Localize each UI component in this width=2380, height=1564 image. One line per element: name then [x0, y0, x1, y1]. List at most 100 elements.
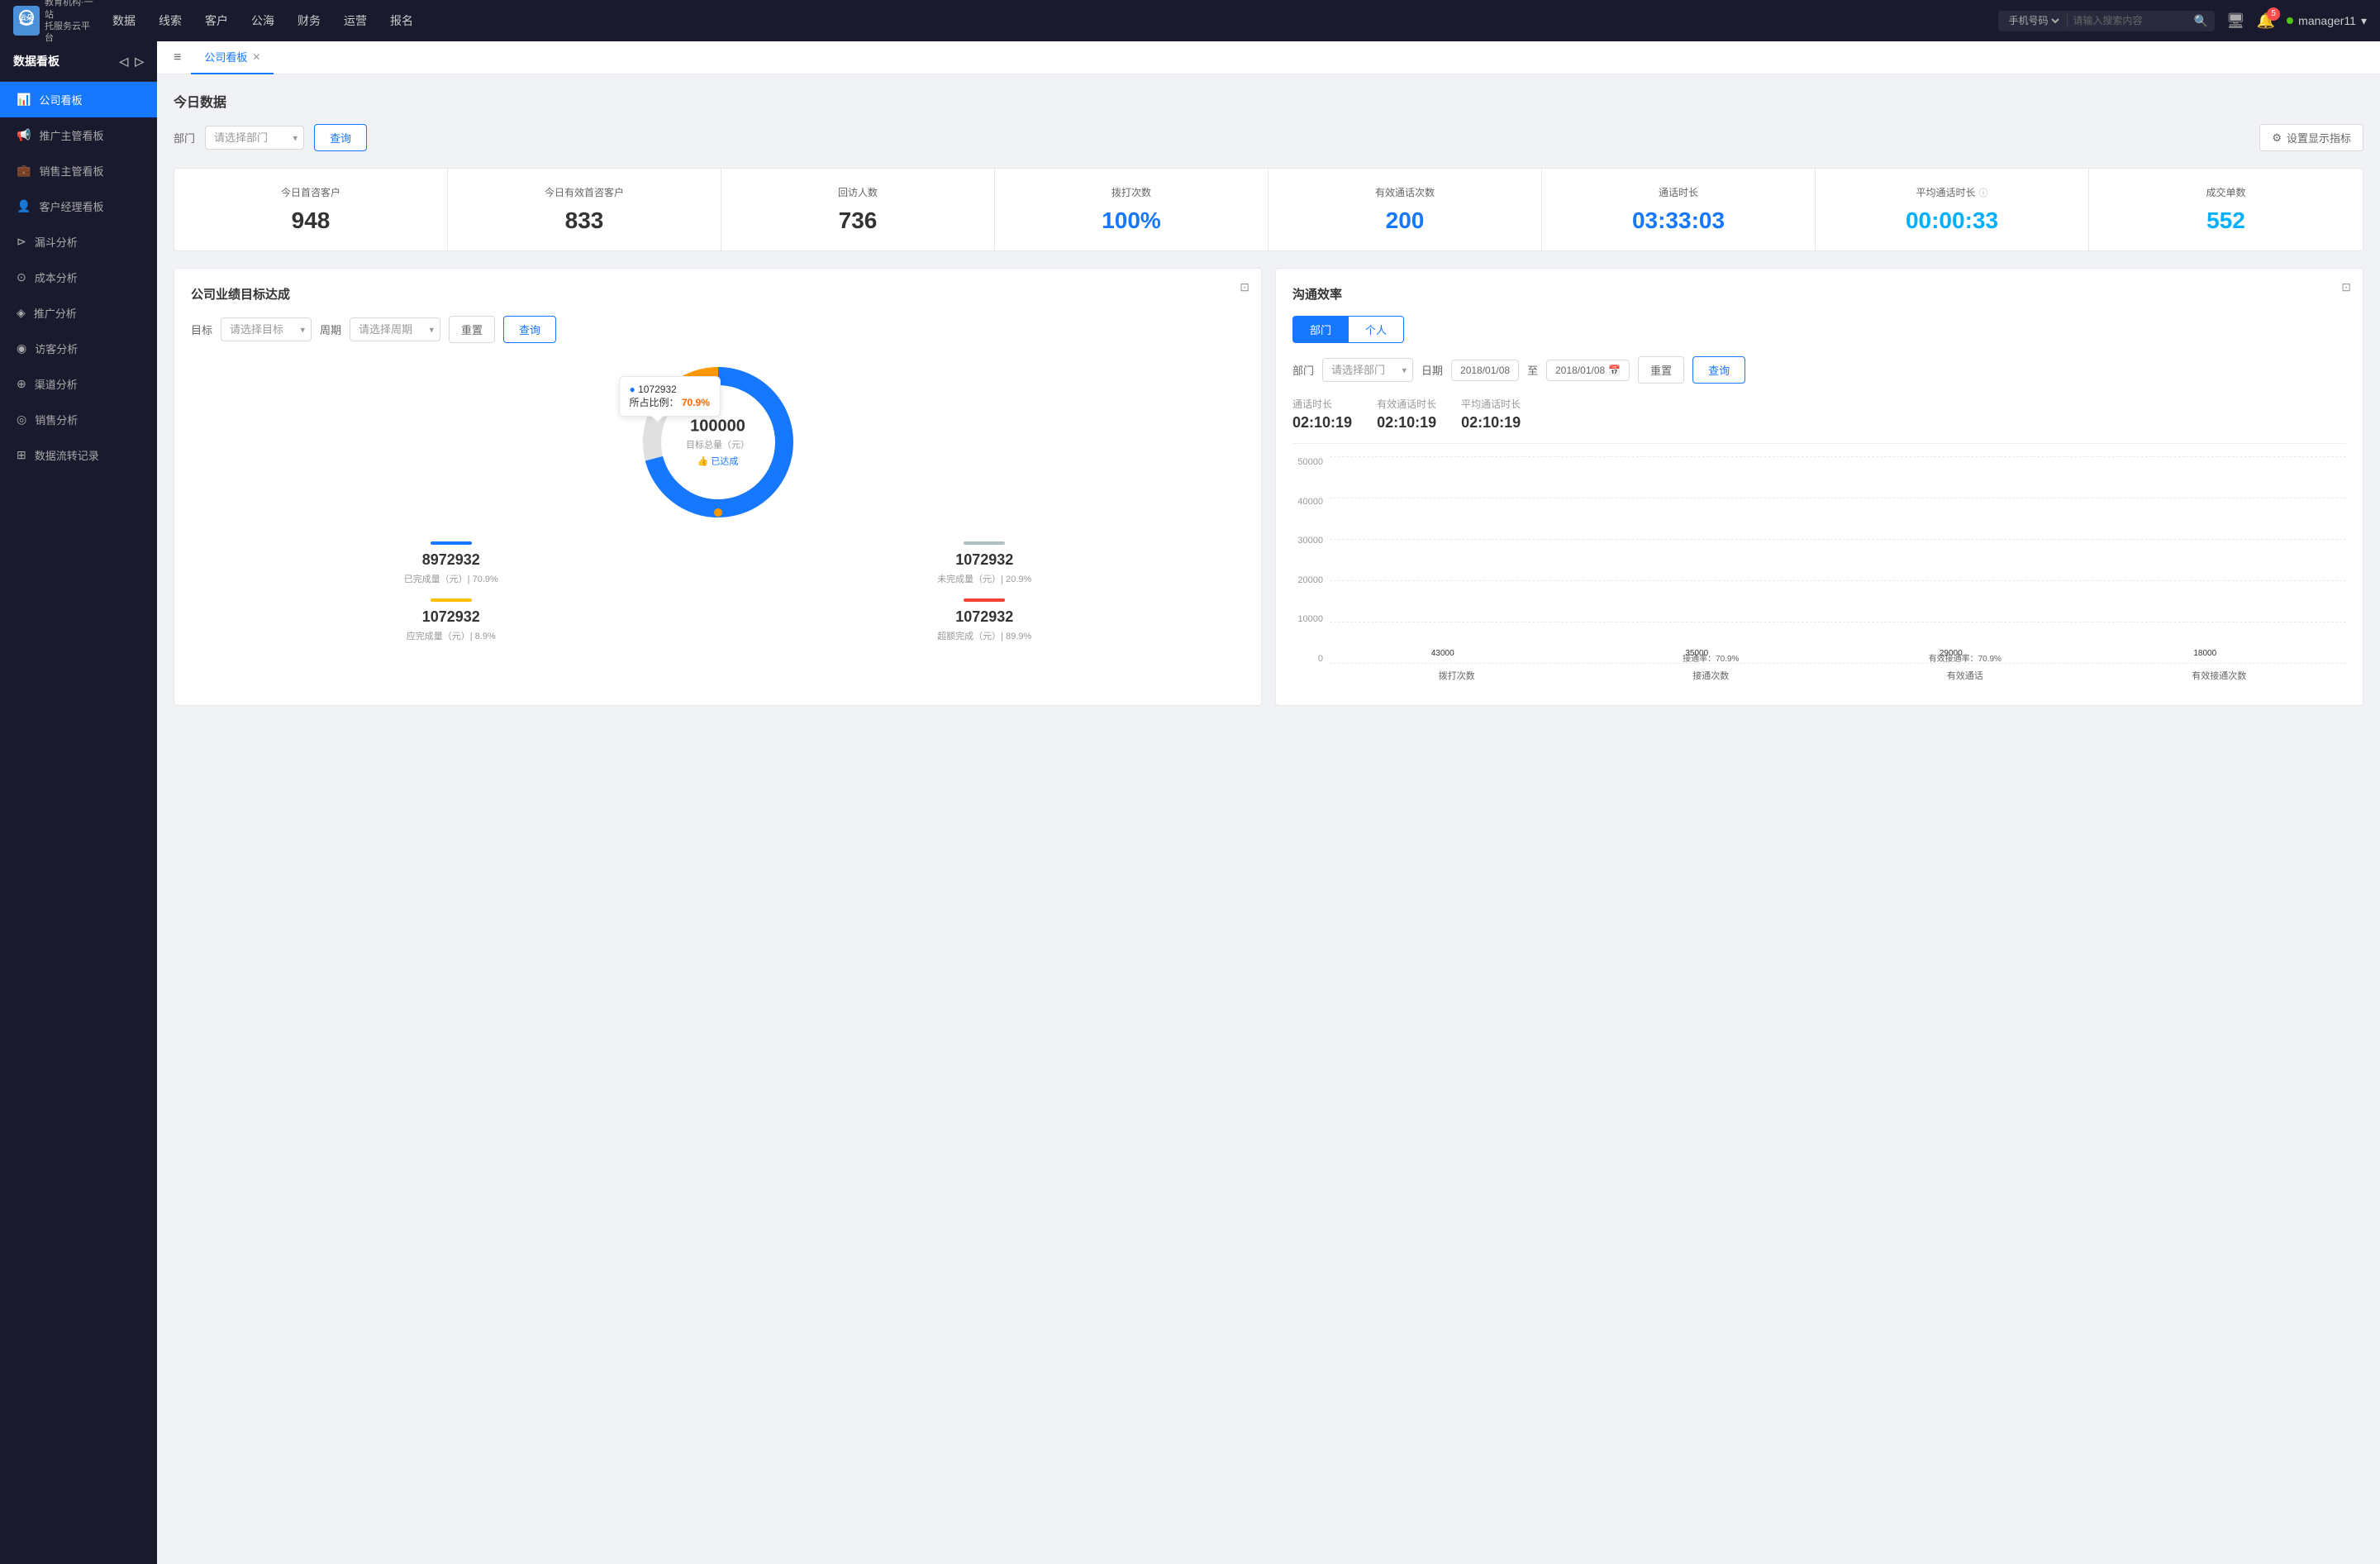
period-select[interactable]: 请选择周期	[350, 317, 440, 341]
tab-company-board[interactable]: 公司看板 ✕	[191, 41, 274, 74]
donut-center: 100000 目标总量（元） 👍 已达成	[686, 417, 750, 468]
sidebar-expand-icon[interactable]: ▷	[135, 55, 144, 69]
y-label-5: 50000	[1292, 457, 1330, 467]
dept-filter-label: 部门	[174, 130, 195, 145]
hamburger-icon[interactable]: ≡	[174, 50, 181, 65]
filter-left: 部门 请选择部门 查询	[174, 124, 367, 151]
gear-icon: ⚙	[2272, 131, 2282, 145]
stat-value-3: 100%	[1008, 207, 1254, 234]
goal-stat-label-1: 未完成量（元）| 20.9%	[725, 572, 1245, 585]
info-icon-${i}[interactable]: ⓘ	[1979, 186, 1988, 199]
goal-query-button[interactable]: 查询	[503, 316, 556, 343]
dept-select[interactable]: 请选择部门	[205, 126, 304, 150]
comm-tab-1[interactable]: 个人	[1349, 316, 1404, 343]
goal-stat-value-3: 1072932	[725, 608, 1245, 626]
sidebar-item-label: 推广主管看板	[39, 127, 103, 143]
search-icon[interactable]: 🔍	[2193, 14, 2207, 28]
goal-expand-icon[interactable]: ⊡	[1240, 280, 1250, 294]
comm-date-separator: 至	[1527, 362, 1538, 378]
sidebar-item-sales-analysis[interactable]: ◎销售分析	[0, 402, 157, 437]
goal-label: 目标	[191, 322, 212, 337]
comm-date-label: 日期	[1421, 362, 1443, 378]
sidebar-items: 📊公司看板📢推广主管看板💼销售主管看板👤客户经理看板⊳漏斗分析⊙成本分析◈推广分…	[0, 82, 157, 473]
nav-item-数据[interactable]: 数据	[112, 9, 136, 32]
goal-stat-2: 1072932 应完成量（元）| 8.9%	[191, 598, 712, 642]
sidebar-item-company-board[interactable]: 📊公司看板	[0, 82, 157, 117]
goal-stat-label-0: 已完成量（元）| 70.9%	[191, 572, 712, 585]
comm-stat-value-1: 02:10:19	[1377, 414, 1436, 432]
stat-value-0: 948	[188, 207, 434, 234]
settings-button[interactable]: ⚙ 设置显示指标	[2259, 124, 2363, 151]
sidebar-item-channel[interactable]: ⊕渠道分析	[0, 366, 157, 402]
sidebar-item-label: 推广分析	[34, 305, 77, 321]
notification-bell[interactable]: 🔔 5	[2257, 12, 2275, 30]
goal-select[interactable]: 请选择目标	[221, 317, 312, 341]
comm-date-to[interactable]: 2018/01/08 📅	[1546, 360, 1630, 381]
y-label-2: 20000	[1292, 575, 1330, 585]
comm-query-button[interactable]: 查询	[1692, 356, 1745, 384]
x-label-2: 有效通话	[1838, 664, 2092, 689]
search-type-select[interactable]: 手机号码	[2005, 14, 2062, 27]
goal-stat-0: 8972932 已完成量（元）| 70.9%	[191, 541, 712, 585]
period-label: 周期	[320, 322, 341, 337]
nav-item-线索[interactable]: 线索	[159, 9, 182, 32]
x-label-1: 接通次数	[1584, 664, 1839, 689]
user-info[interactable]: manager11 ▾	[2287, 14, 2367, 28]
bar-chart: 0 10000 20000 30000 40000 50000 43000	[1292, 457, 2346, 689]
comm-dept-select[interactable]: 请选择部门	[1322, 358, 1413, 382]
sidebar-item-data-flow[interactable]: ⊞数据流转记录	[0, 437, 157, 473]
nav-item-运营[interactable]: 运营	[344, 9, 367, 32]
sidebar: 数据看板 ◁ ▷ 📊公司看板📢推广主管看板💼销售主管看板👤客户经理看板⊳漏斗分析…	[0, 41, 157, 1564]
comm-expand-icon[interactable]: ⊡	[2341, 280, 2351, 294]
tab-close-icon[interactable]: ✕	[252, 51, 260, 63]
nav-item-报名[interactable]: 报名	[390, 9, 413, 32]
stat-card-1: 今日有效首咨客户 833	[448, 169, 721, 250]
comm-dept-label: 部门	[1292, 362, 1314, 378]
comm-tab-0[interactable]: 部门	[1292, 316, 1349, 343]
stat-label-0: 今日首咨客户	[188, 185, 434, 199]
comm-stats-row: 通话时长 02:10:19 有效通话时长 02:10:19 平均通话时长 02:…	[1292, 397, 2346, 444]
comm-date-from[interactable]: 2018/01/08	[1451, 360, 1519, 381]
monitor-icon[interactable]: 🖥	[2226, 12, 2245, 30]
sidebar-item-sales-board[interactable]: 💼销售主管看板	[0, 153, 157, 188]
nav-item-公海[interactable]: 公海	[251, 9, 274, 32]
goal-stat-bar-1	[964, 541, 1005, 545]
today-query-button[interactable]: 查询	[314, 124, 367, 151]
goal-stats: 8972932 已完成量（元）| 70.9% 1072932 未完成量（元）| …	[191, 541, 1245, 642]
sidebar-item-promo-analysis[interactable]: ◈推广分析	[0, 295, 157, 331]
sidebar-item-account-board[interactable]: 👤客户经理看板	[0, 188, 157, 224]
comm-stat-2: 平均通话时长 02:10:19	[1461, 397, 1521, 432]
donut-value: 100000	[686, 417, 750, 436]
goal-stat-label-2: 应完成量（元）| 8.9%	[191, 629, 712, 642]
goal-panel-title: 公司业绩目标达成	[191, 285, 1245, 303]
today-data-title: 今日数据	[174, 91, 2363, 111]
y-label-3: 30000	[1292, 536, 1330, 546]
stat-label-4: 有效通话次数	[1282, 185, 1528, 199]
comm-stat-label-0: 通话时长	[1292, 397, 1352, 411]
search-input[interactable]	[2073, 15, 2188, 26]
sidebar-item-visitor[interactable]: ◉访客分析	[0, 331, 157, 366]
sidebar-icon-data-flow: ⊞	[17, 448, 26, 462]
nav-right: 手机号码 🔍 🖥 🔔 5 manager11 ▾	[1998, 11, 2367, 31]
y-label-1: 10000	[1292, 614, 1330, 624]
comm-filter-row: 部门 请选择部门 日期 2018/01/08 至 2018/01/08	[1292, 356, 2346, 384]
goal-stat-bar-3	[964, 598, 1005, 602]
donut-tooltip: ● 1072932 所占比例： 70.9%	[619, 376, 721, 417]
sidebar-item-promo-board[interactable]: 📢推广主管看板	[0, 117, 157, 153]
goal-reset-button[interactable]: 重置	[449, 316, 495, 343]
today-filter-row: 部门 请选择部门 查询 ⚙ 设置显示指标	[174, 124, 2363, 151]
goal-stat-label-3: 超额完成（元）| 89.9%	[725, 629, 1245, 642]
sidebar-item-cost[interactable]: ⊙成本分析	[0, 260, 157, 295]
goal-stat-bar-2	[431, 598, 472, 602]
nav-item-客户[interactable]: 客户	[205, 9, 228, 32]
sidebar-item-funnel[interactable]: ⊳漏斗分析	[0, 224, 157, 260]
comm-reset-button[interactable]: 重置	[1638, 356, 1684, 384]
nav-item-财务[interactable]: 财务	[298, 9, 321, 32]
sidebar-icon-sales-analysis: ◎	[17, 412, 26, 427]
comm-panel: 沟通效率 ⊡ 部门个人 部门 请选择部门 日期	[1275, 268, 2363, 706]
sidebar-header-icons: ◁ ▷	[119, 55, 144, 69]
bar-annotation-1: 接通率：70.9%	[1683, 651, 1739, 664]
stat-card-4: 有效通话次数 200	[1269, 169, 1542, 250]
sidebar-collapse-icon[interactable]: ◁	[119, 55, 128, 69]
sidebar-icon-visitor: ◉	[17, 341, 26, 355]
